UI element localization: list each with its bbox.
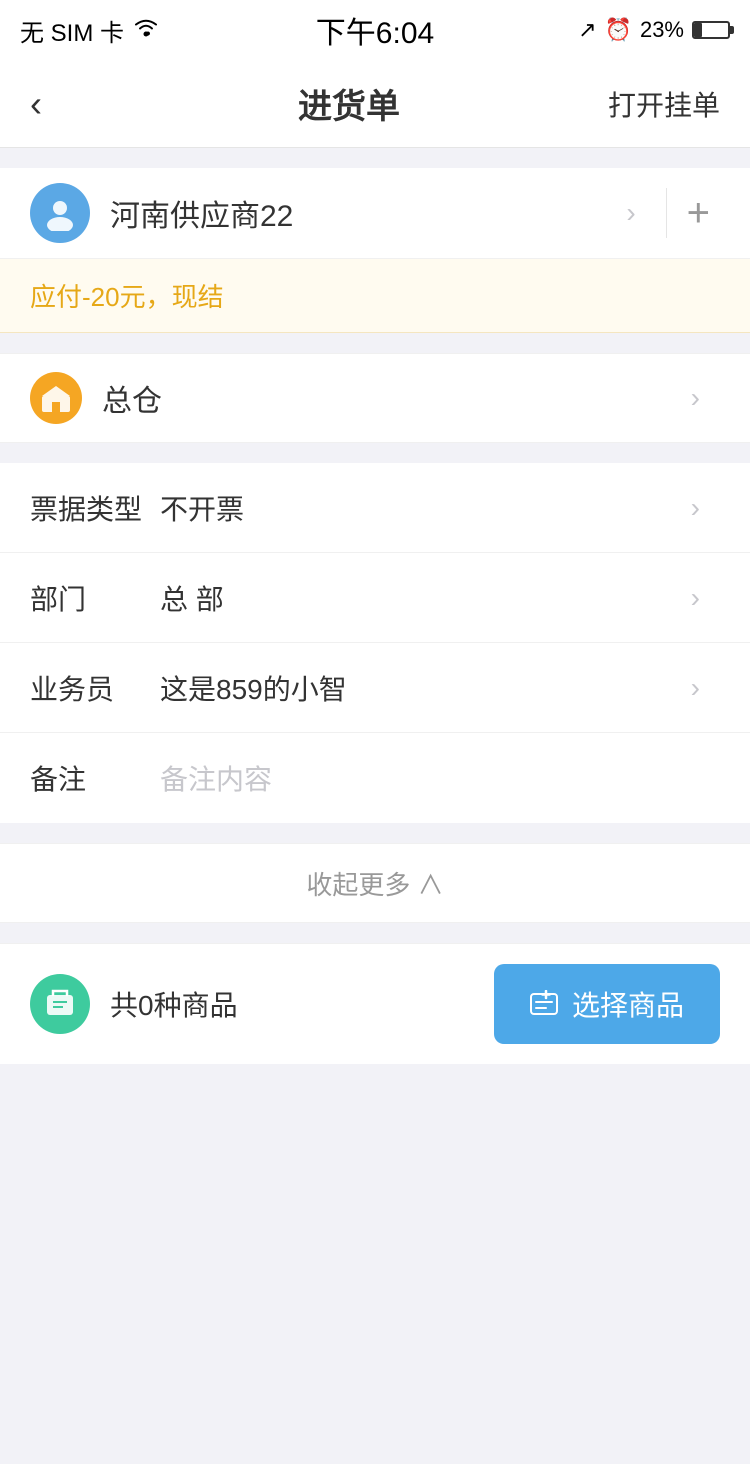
- remark-row[interactable]: 备注 备注内容: [0, 733, 750, 823]
- nav-bar: ‹ 进货单 打开挂单: [0, 60, 750, 148]
- select-product-label: 选择商品: [572, 984, 684, 1024]
- battery-percent: 23%: [640, 17, 684, 43]
- supplier-name: 河南供应商22: [110, 191, 626, 235]
- supplier-section: 河南供应商22 › +: [0, 168, 750, 259]
- salesperson-chevron-icon: ›: [691, 672, 700, 704]
- warehouse-icon: [30, 372, 82, 424]
- battery-icon: [692, 21, 730, 39]
- collapse-text: 收起更多 ∧: [306, 865, 443, 902]
- supplier-avatar: [30, 183, 90, 243]
- notice-bar: 应付-20元，现结: [0, 259, 750, 333]
- invoice-type-value: 不开票: [160, 488, 691, 528]
- vertical-divider: [666, 188, 667, 238]
- open-pending-button[interactable]: 打开挂单: [608, 84, 720, 124]
- carrier-text: 无 SIM 卡: [20, 13, 124, 48]
- remark-input[interactable]: 备注内容: [160, 758, 720, 798]
- supplier-row[interactable]: 河南供应商22 ›: [30, 168, 656, 258]
- wifi-icon: [132, 17, 160, 43]
- status-left: 无 SIM 卡: [20, 13, 160, 48]
- back-button[interactable]: ‹: [30, 83, 90, 125]
- salesperson-value: 这是859的小智: [160, 668, 691, 708]
- warehouse-section[interactable]: 总仓 ›: [0, 353, 750, 443]
- salesperson-label: 业务员: [30, 668, 160, 708]
- department-label: 部门: [30, 578, 160, 618]
- invoice-type-row[interactable]: 票据类型 不开票 ›: [0, 463, 750, 553]
- collapse-bar[interactable]: 收起更多 ∧: [0, 843, 750, 923]
- department-value: 总 部: [160, 578, 691, 618]
- alarm-icon: ⏰: [605, 17, 632, 43]
- product-count: 共0种商品: [110, 984, 494, 1024]
- supplier-chevron-icon: ›: [626, 197, 635, 229]
- department-chevron-icon: ›: [691, 582, 700, 614]
- status-time: 下午6:04: [316, 8, 434, 52]
- salesperson-row[interactable]: 业务员 这是859的小智 ›: [0, 643, 750, 733]
- product-bar: 共0种商品 选择商品: [0, 943, 750, 1064]
- status-right: ↗ ⏰ 23%: [578, 17, 730, 43]
- nav-title: 进货单: [90, 79, 608, 128]
- department-row[interactable]: 部门 总 部 ›: [0, 553, 750, 643]
- add-supplier-button[interactable]: +: [677, 191, 720, 236]
- warehouse-name: 总仓: [102, 376, 691, 420]
- remark-label: 备注: [30, 758, 160, 798]
- invoice-type-label: 票据类型: [30, 488, 160, 528]
- select-product-button[interactable]: 选择商品: [494, 964, 720, 1044]
- status-bar: 无 SIM 卡 下午6:04 ↗ ⏰ 23%: [0, 0, 750, 60]
- location-icon: ↗: [578, 17, 596, 43]
- product-icon: [30, 974, 90, 1034]
- notice-text: 应付-20元，现结: [30, 282, 224, 312]
- section-gap-1: [0, 148, 750, 168]
- invoice-chevron-icon: ›: [691, 492, 700, 524]
- form-section: 票据类型 不开票 › 部门 总 部 › 业务员 这是859的小智 › 备注 备注…: [0, 463, 750, 823]
- warehouse-chevron-icon: ›: [691, 382, 700, 414]
- page-background: [0, 1064, 750, 1464]
